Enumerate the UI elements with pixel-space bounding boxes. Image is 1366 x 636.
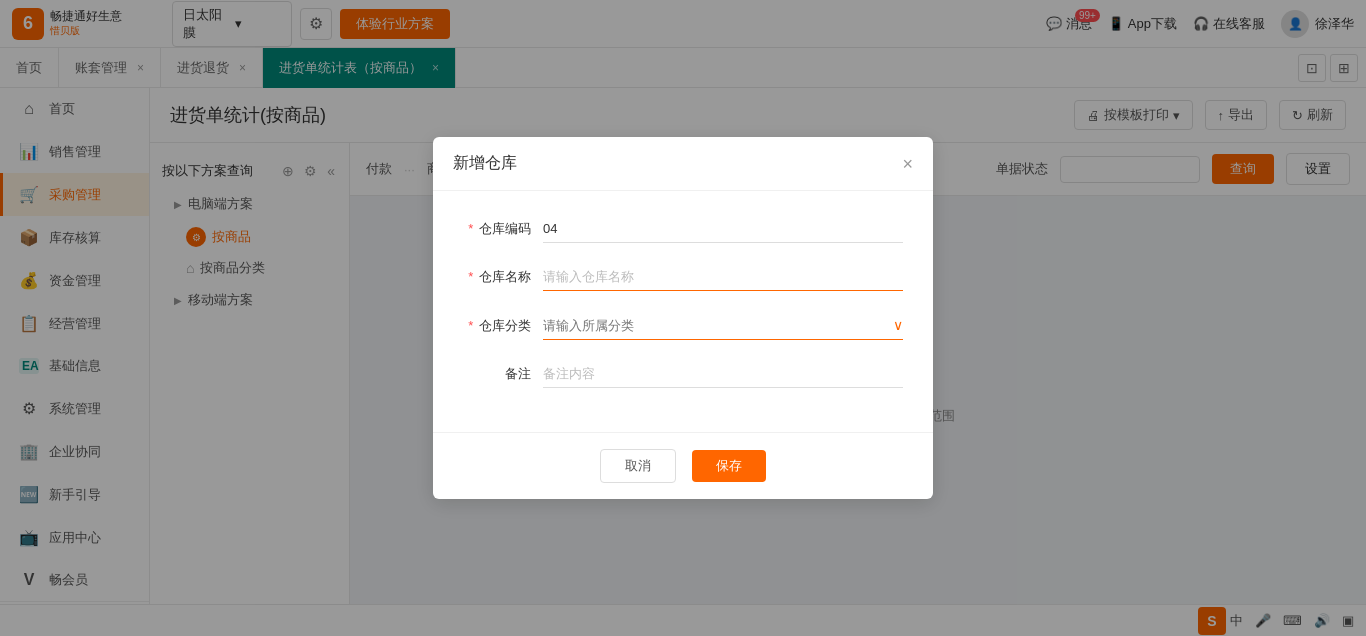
notes-label: 备注	[463, 365, 543, 383]
form-row-category: * 仓库分类 ∨	[463, 311, 903, 340]
category-input[interactable]	[543, 318, 893, 333]
modal-title: 新增仓库	[453, 153, 517, 174]
modal-body: * 仓库编码 * 仓库名称 * 仓库分类	[433, 191, 933, 432]
form-row-name: * 仓库名称	[463, 263, 903, 291]
category-chevron-icon[interactable]: ∨	[893, 317, 903, 333]
modal-header: 新增仓库 ×	[433, 137, 933, 191]
code-label: * 仓库编码	[463, 220, 543, 238]
name-label: * 仓库名称	[463, 268, 543, 286]
category-label: * 仓库分类	[463, 317, 543, 335]
modal-footer: 取消 保存	[433, 432, 933, 499]
name-input[interactable]	[543, 263, 903, 291]
form-row-notes: 备注	[463, 360, 903, 388]
code-input[interactable]	[543, 215, 903, 243]
modal-overlay[interactable]: 新增仓库 × * 仓库编码 * 仓库名称	[0, 0, 1366, 636]
save-button[interactable]: 保存	[692, 450, 766, 482]
code-required: *	[468, 221, 473, 236]
category-required: *	[468, 318, 473, 333]
form-row-code: * 仓库编码	[463, 215, 903, 243]
cancel-button[interactable]: 取消	[600, 449, 676, 483]
modal-close-button[interactable]: ×	[902, 155, 913, 173]
category-select-wrap: ∨	[543, 311, 903, 340]
new-warehouse-modal: 新增仓库 × * 仓库编码 * 仓库名称	[433, 137, 933, 499]
name-required: *	[468, 269, 473, 284]
notes-input[interactable]	[543, 360, 903, 388]
